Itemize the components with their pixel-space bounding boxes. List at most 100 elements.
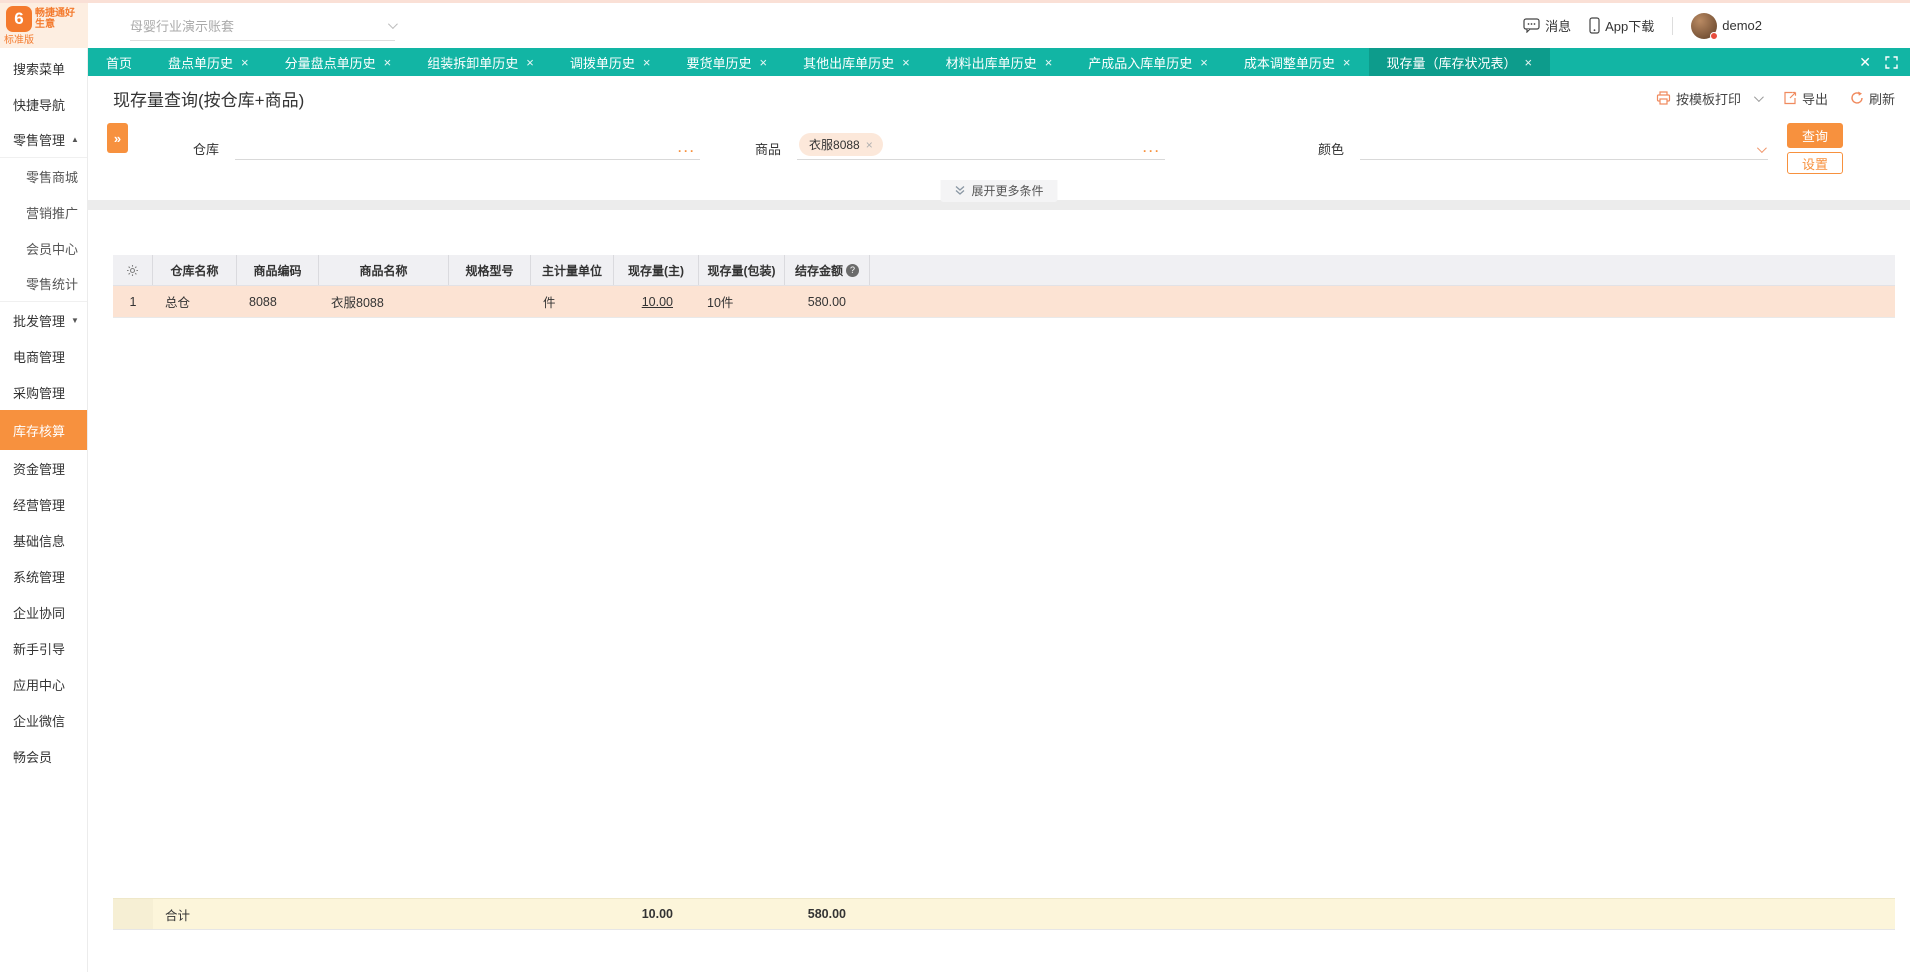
- messages-button[interactable]: 消息: [1523, 16, 1571, 35]
- summary-index-cell: [113, 899, 153, 929]
- table-header: 仓库名称 商品编码 商品名称 规格型号 主计量单位 现存量(主) 现存量(包装)…: [113, 255, 1895, 286]
- tab-close-icon[interactable]: ×: [643, 55, 651, 70]
- tab-close-icon[interactable]: ×: [1525, 55, 1533, 70]
- tab-close-icon[interactable]: ×: [241, 55, 249, 70]
- gear-icon: [126, 264, 139, 277]
- tab-home[interactable]: 首页: [88, 48, 150, 76]
- settings-button[interactable]: 设置: [1787, 152, 1843, 174]
- sidebar-item-member-center[interactable]: 会员中心: [0, 230, 87, 266]
- column-spec[interactable]: 规格型号: [449, 255, 531, 285]
- export-button[interactable]: 导出: [1783, 89, 1828, 108]
- messages-label: 消息: [1545, 19, 1572, 34]
- sidebar-item-inventory-accounting[interactable]: 库存核算: [0, 410, 87, 450]
- sidebar-item-retail-mall[interactable]: 零售商城: [0, 158, 87, 194]
- sidebar-item-label: 经营管理: [13, 497, 66, 513]
- product-filter: 商品 衣服8088 × ···: [755, 130, 1165, 164]
- warehouse-picker-icon[interactable]: ···: [678, 145, 696, 157]
- sidebar-item-marketing[interactable]: 营销推广: [0, 194, 87, 230]
- tab-close-icon[interactable]: ×: [1343, 55, 1351, 70]
- sidebar-item-enterprise-collaboration[interactable]: 企业协同: [0, 594, 87, 630]
- tab-partial-stocktake-history[interactable]: 分量盘点单历史 ×: [267, 48, 410, 76]
- sidebar-item-app-center[interactable]: 应用中心: [0, 666, 87, 702]
- sidebar-item-funds-management[interactable]: 资金管理: [0, 450, 87, 486]
- tab-close-icon[interactable]: ×: [1200, 55, 1208, 70]
- sidebar-item-chang-member[interactable]: 畅会员: [0, 738, 87, 774]
- sidebar-item-operation-management[interactable]: 经营管理: [0, 486, 87, 522]
- sidebar-item-retail-stats[interactable]: 零售统计: [0, 266, 87, 302]
- account-book-select[interactable]: 母婴行业演示账套: [130, 11, 398, 41]
- export-label: 导出: [1801, 91, 1828, 107]
- column-settings-button[interactable]: [113, 255, 153, 285]
- tab-stocktake-history[interactable]: 盘点单历史 ×: [150, 48, 267, 76]
- tab-close-icon[interactable]: ×: [384, 55, 392, 70]
- column-main-unit[interactable]: 主计量单位: [531, 255, 614, 285]
- sidebar-item-ecommerce-management[interactable]: 电商管理: [0, 338, 87, 374]
- tab-finished-inbound-history[interactable]: 产成品入库单历史 ×: [1070, 48, 1226, 76]
- user-menu[interactable]: demo2: [1691, 12, 1762, 40]
- cell-warehouse: 总仓: [165, 296, 191, 310]
- tab-requisition-history[interactable]: 要货单历史 ×: [668, 48, 785, 76]
- tab-current-stock[interactable]: 现存量（库存状况表） ×: [1368, 48, 1551, 76]
- avatar[interactable]: [1691, 12, 1719, 40]
- sidebar-item-quick-nav[interactable]: 快捷导航: [0, 86, 87, 122]
- tab-close-icon[interactable]: ×: [526, 55, 534, 70]
- column-filler: [870, 255, 1895, 285]
- cell-filler: [870, 286, 1895, 317]
- product-label: 商品: [755, 142, 782, 157]
- sidebar-item-label: 搜索菜单: [13, 61, 66, 77]
- color-select[interactable]: [1360, 134, 1768, 160]
- app-download-button[interactable]: App下载: [1589, 16, 1654, 35]
- sidebar-item-label: 系统管理: [13, 569, 66, 585]
- refresh-button[interactable]: 刷新: [1850, 89, 1895, 108]
- column-product-name[interactable]: 商品名称: [319, 255, 449, 285]
- table-empty-space: [113, 318, 1895, 898]
- sidebar-item-system-management[interactable]: 系统管理: [0, 558, 87, 594]
- sidebar-item-label: 零售商城: [26, 169, 79, 185]
- tab-label: 要货单历史: [686, 55, 752, 71]
- close-tab-icon[interactable]: ✕: [1859, 54, 1871, 71]
- tab-material-outbound-history[interactable]: 材料出库单历史 ×: [928, 48, 1071, 76]
- sidebar-item-label: 批发管理: [13, 313, 66, 329]
- caret-down-icon: ▼: [71, 315, 79, 325]
- column-qty-pack[interactable]: 现存量(包装): [699, 255, 785, 285]
- sidebar-item-beginner-guide[interactable]: 新手引导: [0, 630, 87, 666]
- table-row[interactable]: 1 总仓 8088 衣服8088 件 10.00 10件 580.00: [113, 286, 1895, 318]
- column-qty-main[interactable]: 现存量(主): [614, 255, 699, 285]
- qty-main-link[interactable]: 10.00: [642, 295, 673, 309]
- expand-more-conditions[interactable]: 展开更多条件: [940, 180, 1058, 202]
- topbar-divider: [1672, 16, 1674, 35]
- cell-spec: [449, 286, 531, 317]
- sidebar-item-enterprise-wechat[interactable]: 企业微信: [0, 702, 87, 738]
- warehouse-input[interactable]: ···: [235, 134, 700, 160]
- column-warehouse[interactable]: 仓库名称: [153, 255, 237, 285]
- column-product-code[interactable]: 商品编码: [237, 255, 319, 285]
- help-icon[interactable]: ?: [846, 263, 859, 277]
- search-button[interactable]: 查询: [1787, 123, 1843, 148]
- sidebar-item-basic-info[interactable]: 基础信息: [0, 522, 87, 558]
- tab-assembly-history[interactable]: 组装拆卸单历史 ×: [409, 48, 552, 76]
- tag-close-icon[interactable]: ×: [866, 138, 873, 152]
- refresh-label: 刷新: [1868, 91, 1895, 107]
- tab-other-outbound-history[interactable]: 其他出库单历史 ×: [785, 48, 928, 76]
- tab-close-icon[interactable]: ×: [759, 55, 767, 70]
- tab-label: 调拨单历史: [569, 55, 635, 71]
- sidebar-item-purchase-management[interactable]: 采购管理: [0, 374, 87, 410]
- sidebar-item-wholesale-management[interactable]: 批发管理 ▼: [0, 302, 87, 338]
- print-by-template-button[interactable]: 按模板打印: [1656, 89, 1764, 108]
- sidebar-item-search-menu[interactable]: 搜索菜单: [0, 50, 87, 86]
- product-input[interactable]: 衣服8088 × ···: [797, 133, 1165, 160]
- product-picker-icon[interactable]: ···: [1143, 145, 1161, 157]
- cell-balance-amount: 580.00: [807, 294, 846, 309]
- chevron-down-icon: [1753, 91, 1764, 102]
- collapse-filters-button[interactable]: »: [107, 123, 128, 153]
- fullscreen-icon[interactable]: [1885, 55, 1898, 69]
- tab-close-icon[interactable]: ×: [902, 55, 910, 70]
- tab-cost-adjust-history[interactable]: 成本调整单历史 ×: [1226, 48, 1369, 76]
- sidebar-item-label: 资金管理: [13, 461, 66, 477]
- column-balance-amount[interactable]: 结存金额?: [785, 255, 870, 285]
- tab-transfer-history[interactable]: 调拨单历史 ×: [552, 48, 669, 76]
- tab-close-icon[interactable]: ×: [1045, 55, 1053, 70]
- warehouse-filter: 仓库 ···: [193, 130, 700, 164]
- sidebar-item-retail-management[interactable]: 零售管理 ▲: [0, 122, 87, 158]
- page-header: 现存量查询(按仓库+商品) 按模板打印 导出 刷新: [88, 76, 1910, 120]
